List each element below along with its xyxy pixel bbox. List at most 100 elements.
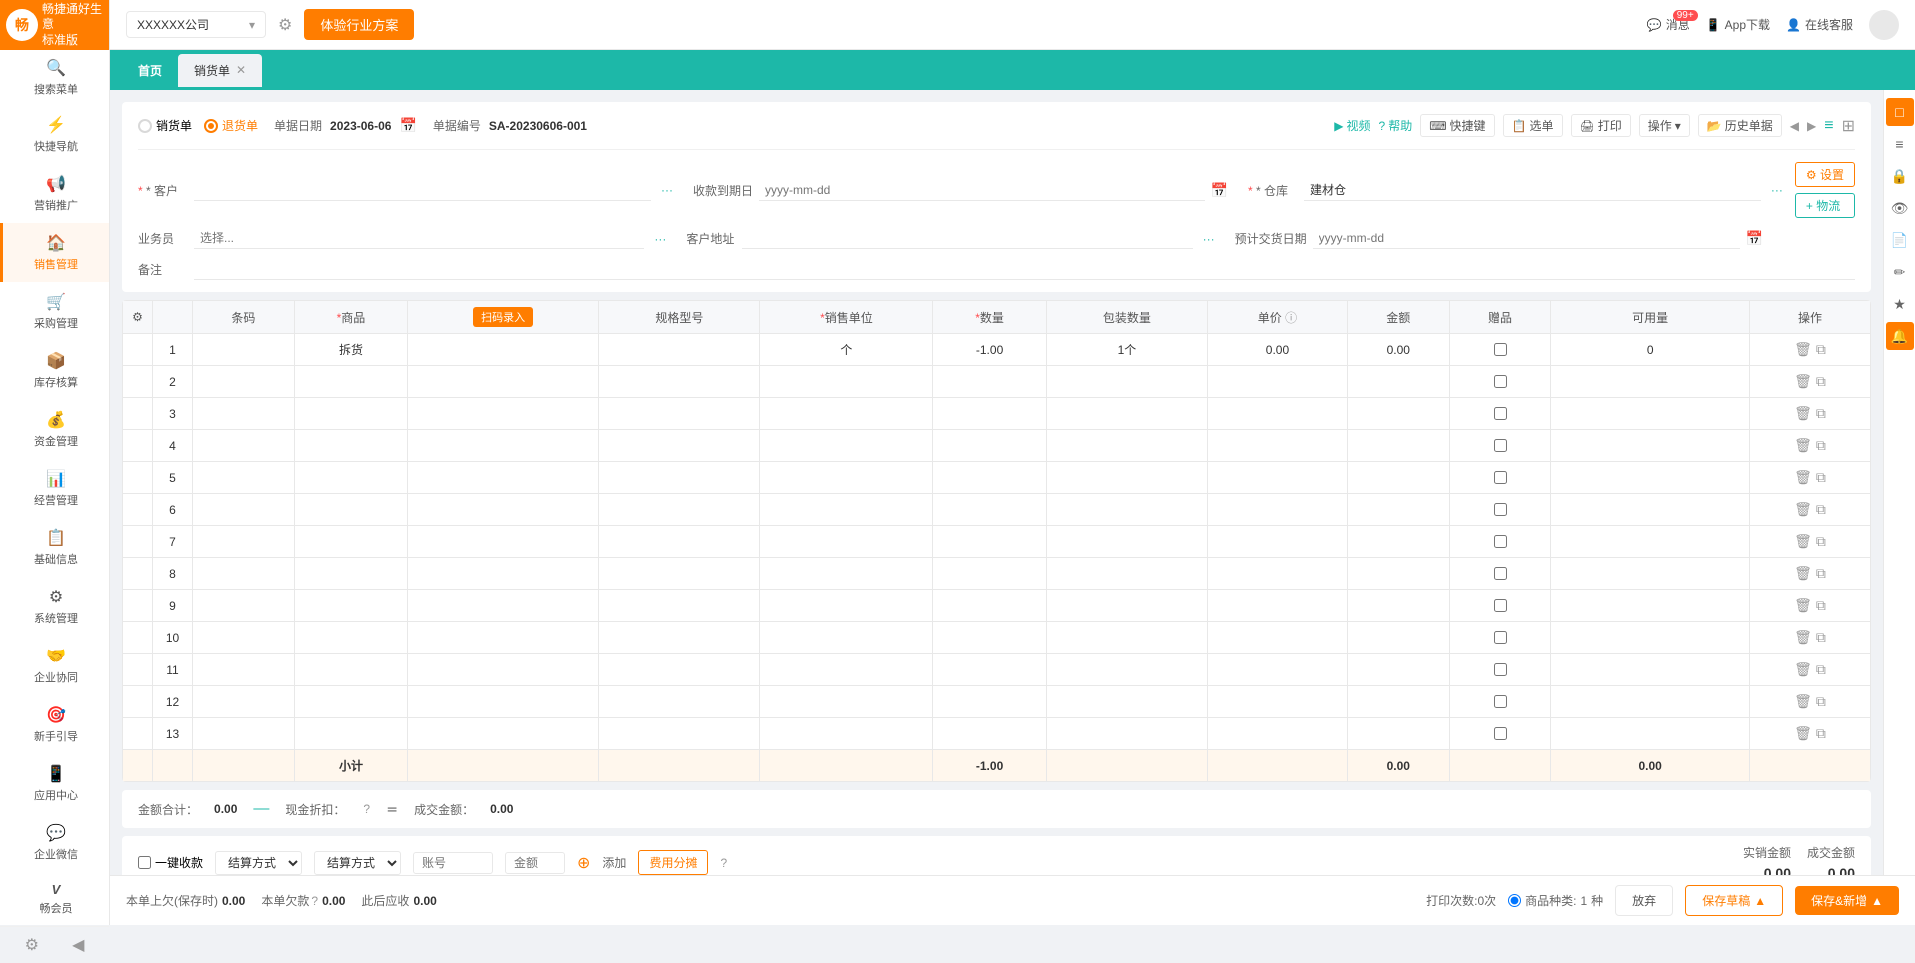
user-avatar[interactable] bbox=[1869, 10, 1899, 40]
history-btn[interactable]: 📂历史单据 bbox=[1698, 114, 1782, 137]
product-type-radio[interactable] bbox=[1508, 894, 1521, 907]
gift-checkbox[interactable] bbox=[1494, 375, 1507, 388]
row-unit-price[interactable]: 0.00 bbox=[1208, 334, 1348, 366]
tab-home[interactable]: 首页 bbox=[122, 54, 178, 87]
customer-addr-input[interactable] bbox=[742, 228, 1192, 249]
sidebar-item-search[interactable]: 🔍 搜索菜单 bbox=[0, 50, 109, 105]
rt-btn-6[interactable]: ✏ bbox=[1886, 258, 1914, 286]
sales-rep-more-icon[interactable]: ··· bbox=[654, 232, 666, 246]
sidebar-item-finance[interactable]: 💰 资金管理 bbox=[0, 400, 109, 459]
shortcut-btn[interactable]: ⌨快捷键 bbox=[1420, 114, 1494, 137]
customer-input[interactable] bbox=[194, 180, 651, 201]
sidebar-item-guide[interactable]: 🎯 新手引导 bbox=[0, 695, 109, 754]
gift-checkbox[interactable] bbox=[1494, 439, 1507, 452]
header-settings-btn[interactable]: ⚙ bbox=[278, 15, 292, 35]
row-barcode[interactable] bbox=[193, 334, 295, 366]
add-payment-icon[interactable]: ⊕ bbox=[577, 853, 590, 873]
sidebar-item-inventory[interactable]: 📦 库存核算 bbox=[0, 341, 109, 400]
warehouse-more-icon[interactable]: ··· bbox=[1771, 183, 1783, 197]
expense-help-icon[interactable]: ? bbox=[720, 856, 727, 870]
copy-row-btn[interactable]: ⧉ bbox=[1816, 533, 1826, 550]
copy-row-btn[interactable]: ⧉ bbox=[1816, 405, 1826, 422]
customer-more-icon[interactable]: ··· bbox=[661, 183, 673, 197]
expense-split-btn[interactable]: 费用分摊 bbox=[638, 850, 708, 875]
rt-btn-1[interactable]: □ bbox=[1886, 98, 1914, 126]
delete-row-btn[interactable]: 🗑 bbox=[1794, 405, 1812, 422]
sidebar-item-base[interactable]: 📋 基础信息 bbox=[0, 518, 109, 577]
sidebar-item-apps[interactable]: 📱 应用中心 bbox=[0, 754, 109, 813]
sidebar-item-sales[interactable]: 🏠 销售管理 bbox=[0, 223, 109, 282]
app-download-btn[interactable]: 📱 App下载 bbox=[1706, 16, 1770, 33]
rt-btn-2[interactable]: ≡ bbox=[1886, 130, 1914, 158]
help-link[interactable]: ? 帮助 bbox=[1379, 117, 1413, 134]
warehouse-input[interactable] bbox=[1304, 180, 1761, 201]
gift-checkbox[interactable] bbox=[1494, 407, 1507, 420]
copy-row-btn[interactable]: ⧉ bbox=[1816, 501, 1826, 518]
payment-account-select[interactable]: 结算方式 bbox=[314, 851, 401, 875]
list-view-btn[interactable]: ⊞ bbox=[1842, 116, 1855, 136]
one-key-payment-check[interactable]: 一键收款 bbox=[138, 854, 203, 871]
rt-btn-3[interactable]: 🔒 bbox=[1886, 162, 1914, 190]
payment-method-select[interactable]: 结算方式 bbox=[215, 851, 302, 875]
gift-checkbox[interactable] bbox=[1494, 727, 1507, 740]
delete-row-btn[interactable]: 🗑 bbox=[1794, 341, 1812, 358]
copy-row-btn[interactable]: ⧉ bbox=[1816, 661, 1826, 678]
operate-btn[interactable]: 操作 ▾ bbox=[1639, 114, 1690, 137]
radio-sales-order[interactable]: 销货单 bbox=[138, 117, 192, 134]
sidebar-item-marketing[interactable]: 📢 营销推广 bbox=[0, 164, 109, 223]
delete-row-btn[interactable]: 🗑 bbox=[1794, 565, 1812, 582]
delete-row-btn[interactable]: 🗑 bbox=[1794, 629, 1812, 646]
scan-btn[interactable]: 扫码录入 bbox=[473, 307, 533, 327]
copy-row-btn[interactable]: ⧉ bbox=[1816, 469, 1826, 486]
sidebar-collapse-btn[interactable]: ◀ bbox=[72, 935, 84, 955]
unit-price-info-icon[interactable]: ⓘ bbox=[1285, 311, 1297, 325]
delete-row-btn[interactable]: 🗑 bbox=[1794, 469, 1812, 486]
copy-row-btn[interactable]: ⧉ bbox=[1816, 693, 1826, 710]
print-btn[interactable]: 🖨打印 bbox=[1571, 114, 1631, 137]
payment-amount-input[interactable] bbox=[505, 852, 565, 874]
payment-account-input[interactable] bbox=[413, 852, 493, 874]
customer-addr-more-icon[interactable]: ··· bbox=[1203, 232, 1215, 246]
copy-row-btn[interactable]: ⧉ bbox=[1816, 565, 1826, 582]
prev-btn[interactable]: ◀ bbox=[1790, 119, 1799, 133]
arrears-help-icon[interactable]: ? bbox=[311, 894, 318, 908]
sidebar-settings-btn[interactable]: ⚙ bbox=[25, 935, 39, 955]
row-qty[interactable]: -1.00 bbox=[933, 334, 1046, 366]
delete-row-btn[interactable]: 🗑 bbox=[1794, 437, 1812, 454]
delete-row-btn[interactable]: 🗑 bbox=[1794, 533, 1812, 550]
delete-row-btn[interactable]: 🗑 bbox=[1794, 693, 1812, 710]
message-btn[interactable]: 💬 消息 99+ bbox=[1647, 16, 1690, 33]
gift-checkbox[interactable] bbox=[1494, 695, 1507, 708]
delete-row-btn[interactable]: 🗑 bbox=[1794, 501, 1812, 518]
sidebar-item-enterprise[interactable]: 🤝 企业协同 bbox=[0, 636, 109, 695]
row-gift[interactable] bbox=[1449, 334, 1551, 366]
gift-checkbox[interactable] bbox=[1494, 343, 1507, 356]
logistics-btn[interactable]: + 物流 bbox=[1795, 193, 1855, 218]
gift-checkbox[interactable] bbox=[1494, 663, 1507, 676]
gift-checkbox[interactable] bbox=[1494, 567, 1507, 580]
settings-side-btn[interactable]: ⚙ 设置 bbox=[1795, 162, 1855, 187]
delete-row-btn[interactable]: 🗑 bbox=[1794, 661, 1812, 678]
sidebar-item-wechat[interactable]: 💬 企业微信 bbox=[0, 813, 109, 872]
discount-help-icon[interactable]: ? bbox=[363, 802, 370, 816]
save-new-button[interactable]: 保存&新增 ▲ bbox=[1795, 886, 1899, 915]
company-select[interactable]: XXXXXX公司 ▾ bbox=[126, 11, 266, 38]
copy-row-btn[interactable]: ⧉ bbox=[1816, 725, 1826, 742]
copy-row-btn[interactable]: ⧉ bbox=[1816, 341, 1826, 358]
date-calendar-icon[interactable]: 📅 bbox=[399, 117, 416, 134]
one-key-checkbox[interactable] bbox=[138, 856, 151, 869]
copy-row-btn[interactable]: ⧉ bbox=[1816, 437, 1826, 454]
gift-checkbox[interactable] bbox=[1494, 535, 1507, 548]
rt-btn-8[interactable]: 🔔 bbox=[1886, 322, 1914, 350]
tab-sales-order[interactable]: 销货单 ✕ bbox=[178, 54, 262, 87]
rt-btn-4[interactable]: 👁 bbox=[1886, 194, 1914, 222]
delete-row-btn[interactable]: 🗑 bbox=[1794, 725, 1812, 742]
online-service-btn[interactable]: 👤 在线客服 bbox=[1786, 16, 1853, 33]
gift-checkbox[interactable] bbox=[1494, 471, 1507, 484]
gift-checkbox[interactable] bbox=[1494, 599, 1507, 612]
discard-button[interactable]: 放弃 bbox=[1615, 885, 1673, 916]
grid-view-btn[interactable]: ≡ bbox=[1824, 117, 1833, 135]
rt-btn-5[interactable]: 📄 bbox=[1886, 226, 1914, 254]
radio-return-order[interactable]: 退货单 bbox=[204, 117, 258, 134]
trial-button[interactable]: 体验行业方案 bbox=[304, 9, 414, 40]
